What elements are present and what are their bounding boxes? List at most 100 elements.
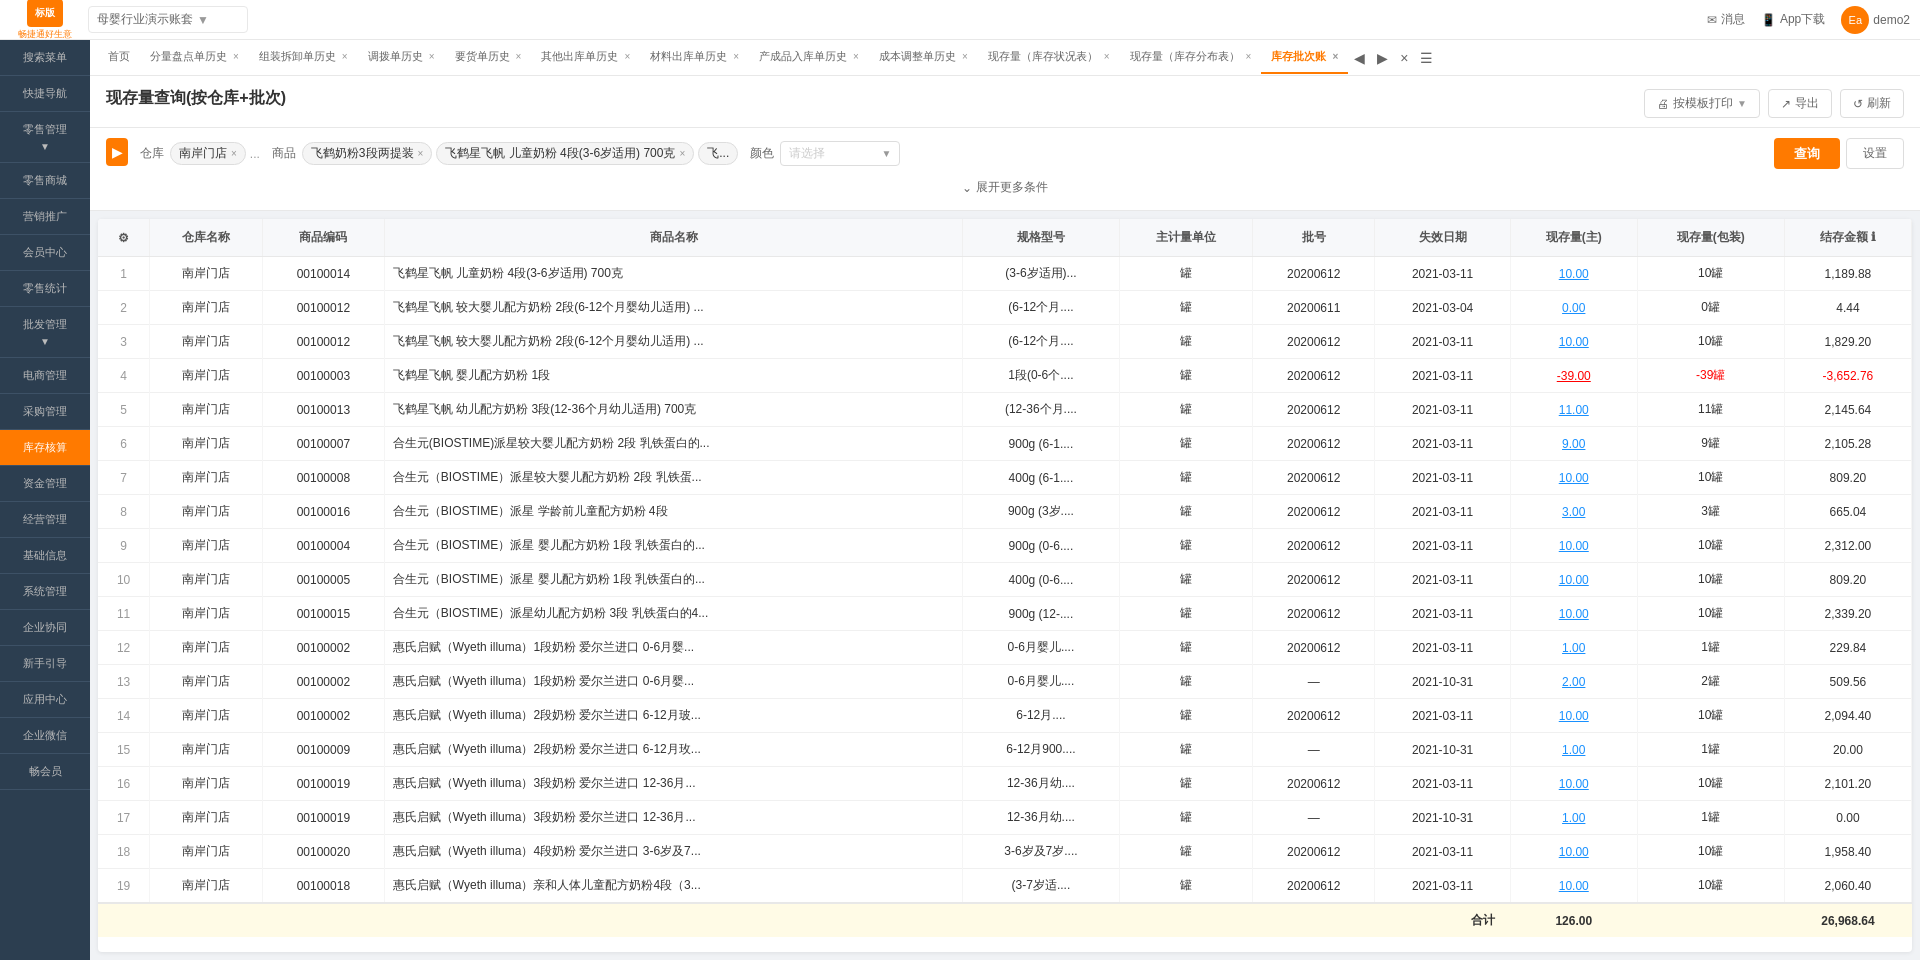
cell-num: 4 <box>98 359 150 393</box>
sidebar-item-系统管理[interactable]: 系统管理 <box>0 574 90 610</box>
tab-close-icon[interactable]: × <box>1104 51 1110 62</box>
tab-item-2[interactable]: 组装拆卸单历史× <box>249 41 358 74</box>
cell-stock_main[interactable]: 1.00 <box>1511 801 1638 835</box>
tab-menu-btn[interactable]: ☰ <box>1414 46 1439 70</box>
cell-stock_main[interactable]: 10.00 <box>1511 325 1638 359</box>
cell-expiry: 2021-03-11 <box>1375 427 1511 461</box>
tab-close-icon[interactable]: × <box>233 51 239 62</box>
industry-select[interactable]: 母婴行业演示账套 ▼ <box>88 6 248 33</box>
sidebar-item-畅会员[interactable]: 畅会员 <box>0 754 90 790</box>
cell-stock_main[interactable]: 9.00 <box>1511 427 1638 461</box>
sidebar-item-库存核算[interactable]: 库存核算 <box>0 430 90 466</box>
cell-expiry: 2021-03-11 <box>1375 699 1511 733</box>
tab-close-icon[interactable]: × <box>342 51 348 62</box>
cell-balance: 2,145.64 <box>1784 393 1911 427</box>
col-header-settings[interactable]: ⚙ <box>98 219 150 257</box>
cell-stock_main[interactable]: 10.00 <box>1511 597 1638 631</box>
tab-item-8[interactable]: 成本调整单历史× <box>869 41 978 74</box>
cell-stock_main[interactable]: 10.00 <box>1511 835 1638 869</box>
sidebar-item-采购管理[interactable]: 采购管理 <box>0 394 90 430</box>
filter-expand-arrow[interactable]: ▶ <box>106 138 128 166</box>
cell-balance: 1,829.20 <box>1784 325 1911 359</box>
table-body: 1南岸门店00100014飞鹤星飞帆 儿童奶粉 4段(3-6岁适用) 700克(… <box>98 257 1912 904</box>
tab-item-10[interactable]: 现存量（库存分布表）× <box>1120 41 1262 74</box>
sidebar-item-零售统计[interactable]: 零售统计 <box>0 271 90 307</box>
tab-item-9[interactable]: 现存量（库存状况表）× <box>978 41 1120 74</box>
tab-close-icon[interactable]: × <box>429 51 435 62</box>
expand-more-label: 展开更多条件 <box>976 179 1048 196</box>
cell-stock_main[interactable]: 1.00 <box>1511 733 1638 767</box>
sidebar-item-零售管理[interactable]: 零售管理▼ <box>0 112 90 163</box>
tab-close-all-btn[interactable]: × <box>1394 46 1414 70</box>
cell-stock_main[interactable]: 10.00 <box>1511 529 1638 563</box>
product-tag-close[interactable]: × <box>679 148 685 159</box>
sidebar-item-电商管理[interactable]: 电商管理 <box>0 358 90 394</box>
app-download-btn[interactable]: 📱 App下载 <box>1761 11 1825 28</box>
tab-close-icon[interactable]: × <box>733 51 739 62</box>
sidebar-item-会员中心[interactable]: 会员中心 <box>0 235 90 271</box>
col-header-code: 商品编码 <box>262 219 384 257</box>
cell-stock_main[interactable]: 10.00 <box>1511 869 1638 904</box>
cell-stock_main[interactable]: -39.00 <box>1511 359 1638 393</box>
cell-stock_main[interactable]: 10.00 <box>1511 461 1638 495</box>
sidebar-item-资金管理[interactable]: 资金管理 <box>0 466 90 502</box>
sidebar-item-搜索菜单[interactable]: 搜索菜单 <box>0 40 90 76</box>
tab-close-icon[interactable]: × <box>853 51 859 62</box>
product-tag-text: 飞鹤奶粉3段两提装 <box>311 145 414 162</box>
cell-stock_main[interactable]: 10.00 <box>1511 257 1638 291</box>
cell-stock_main[interactable]: 1.00 <box>1511 631 1638 665</box>
tab-close-icon[interactable]: × <box>1246 51 1252 62</box>
tab-item-3[interactable]: 调拨单历史× <box>358 41 445 74</box>
sidebar-item-基础信息[interactable]: 基础信息 <box>0 538 90 574</box>
expand-more-btn[interactable]: ⌄ 展开更多条件 <box>958 175 1052 200</box>
cell-spec: (3-7岁适.... <box>963 869 1120 904</box>
export-label: 导出 <box>1795 95 1819 112</box>
sidebar-item-营销推广[interactable]: 营销推广 <box>0 199 90 235</box>
cell-balance: 2,094.40 <box>1784 699 1911 733</box>
tab-item-11[interactable]: 库存批次账× <box>1261 41 1348 74</box>
tab-item-7[interactable]: 产成品入库单历史× <box>749 41 869 74</box>
cell-stock_main[interactable]: 10.00 <box>1511 767 1638 801</box>
user-avatar-area[interactable]: Ea demo2 <box>1841 6 1910 34</box>
tab-nav-left[interactable]: ◀ <box>1348 46 1371 70</box>
cell-spec: (6-12个月.... <box>963 291 1120 325</box>
cell-stock_main[interactable]: 3.00 <box>1511 495 1638 529</box>
cell-stock_main[interactable]: 10.00 <box>1511 699 1638 733</box>
color-input-wrap[interactable]: 请选择 ▼ <box>780 141 900 166</box>
inventory-table: ⚙仓库名称商品编码商品名称规格型号主计量单位批号失效日期现存量(主)现存量(包装… <box>98 219 1912 937</box>
warehouse-tag-close[interactable]: × <box>231 148 237 159</box>
cell-stock_main[interactable]: 11.00 <box>1511 393 1638 427</box>
sidebar-item-经营管理[interactable]: 经营管理 <box>0 502 90 538</box>
tab-item-6[interactable]: 材料出库单历史× <box>640 41 749 74</box>
cell-stock_main[interactable]: 0.00 <box>1511 291 1638 325</box>
cell-stock_main[interactable]: 10.00 <box>1511 563 1638 597</box>
sidebar-item-新手引导[interactable]: 新手引导 <box>0 646 90 682</box>
tab-item-5[interactable]: 其他出库单历史× <box>531 41 640 74</box>
cell-spec: 900g (12-.... <box>963 597 1120 631</box>
sidebar-item-快捷导航[interactable]: 快捷导航 <box>0 76 90 112</box>
sidebar-item-批发管理[interactable]: 批发管理▼ <box>0 307 90 358</box>
tab-item-1[interactable]: 分量盘点单历史× <box>140 41 249 74</box>
product-tag-close[interactable]: × <box>418 148 424 159</box>
setting-btn[interactable]: 设置 <box>1846 138 1904 169</box>
tab-nav-right[interactable]: ▶ <box>1371 46 1394 70</box>
sidebar-item-企业微信[interactable]: 企业微信 <box>0 718 90 754</box>
tab-close-icon[interactable]: × <box>624 51 630 62</box>
export-btn[interactable]: ↗ 导出 <box>1768 89 1832 118</box>
tab-item-4[interactable]: 要货单历史× <box>445 41 532 74</box>
print-btn[interactable]: 🖨 按模板打印 ▼ <box>1644 89 1760 118</box>
query-btn[interactable]: 查询 <box>1774 138 1840 169</box>
sidebar-item-零售商城[interactable]: 零售商城 <box>0 163 90 199</box>
message-btn[interactable]: ✉ 消息 <box>1707 11 1745 28</box>
tab-close-icon[interactable]: × <box>516 51 522 62</box>
tab-close-icon[interactable]: × <box>1332 51 1338 62</box>
tab-close-icon[interactable]: × <box>962 51 968 62</box>
warehouse-filter-more[interactable]: ... <box>250 147 260 161</box>
sidebar-item-应用中心[interactable]: 应用中心 <box>0 682 90 718</box>
cell-spec: (3-6岁适用)... <box>963 257 1120 291</box>
cell-stock_main[interactable]: 2.00 <box>1511 665 1638 699</box>
tab-item-0[interactable]: 首页 <box>98 41 140 74</box>
sidebar-item-企业协同[interactable]: 企业协同 <box>0 610 90 646</box>
table-row: 18南岸门店00100020惠氏启赋（Wyeth illuma）4段奶粉 爱尔兰… <box>98 835 1912 869</box>
refresh-btn[interactable]: ↺ 刷新 <box>1840 89 1904 118</box>
